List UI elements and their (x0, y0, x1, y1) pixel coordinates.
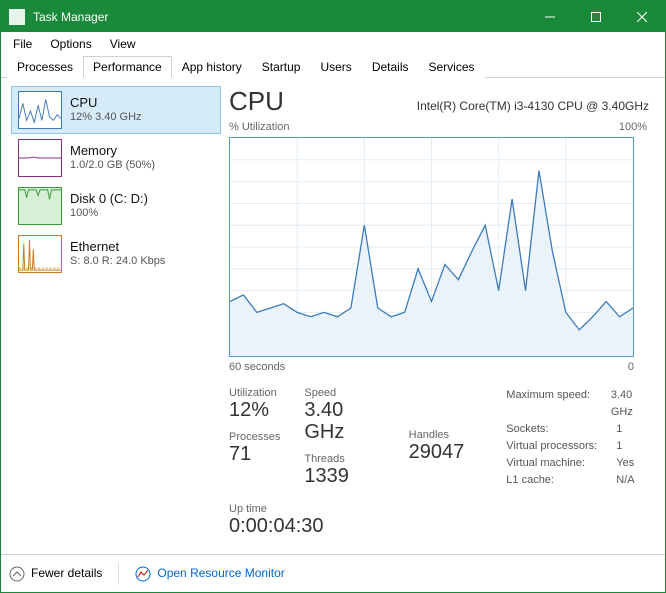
content: CPU 12% 3.40 GHz Memory 1.0/2.0 GB (50%) (1, 78, 665, 554)
footer: Fewer details Open Resource Monitor (1, 554, 665, 592)
vm-val: Yes (616, 455, 634, 472)
footer-separator (118, 563, 119, 585)
cpu-model: Intel(R) Core(TM) i3-4130 CPU @ 3.40GHz (417, 99, 649, 113)
maximize-button[interactable] (573, 1, 619, 32)
disk-spark-icon (18, 187, 62, 225)
tabstrip: Processes Performance App history Startu… (1, 55, 665, 78)
l1-key: L1 cache: (506, 472, 616, 489)
menu-view[interactable]: View (102, 35, 144, 53)
fewer-details-button[interactable]: Fewer details (9, 566, 102, 582)
utilization-value: 12% (229, 399, 280, 421)
sidebar-disk-sub: 100% (70, 207, 148, 221)
tab-processes[interactable]: Processes (7, 56, 83, 78)
tab-users[interactable]: Users (310, 56, 361, 78)
sidebar-ethernet-sub: S: 8.0 R: 24.0 Kbps (70, 255, 165, 269)
minimize-button[interactable] (527, 1, 573, 32)
sidebar-item-cpu[interactable]: CPU 12% 3.40 GHz (11, 86, 221, 134)
main-panel: CPU Intel(R) Core(TM) i3-4130 CPU @ 3.40… (229, 86, 655, 554)
sidebar-cpu-sub: 12% 3.40 GHz (70, 111, 142, 125)
processes-label: Processes (229, 431, 280, 443)
sidebar-memory-title: Memory (70, 143, 155, 159)
app-icon (9, 9, 25, 25)
cpu-spark-icon (18, 91, 62, 129)
tab-startup[interactable]: Startup (252, 56, 311, 78)
sidebar-cpu-title: CPU (70, 95, 142, 111)
cpu-properties: Maximum speed:3.40 GHz Sockets:1 Virtual… (506, 387, 655, 489)
vm-key: Virtual machine: (506, 455, 616, 472)
chevron-up-circle-icon (9, 566, 25, 582)
vproc-val: 1 (616, 438, 622, 455)
cpu-chart (229, 137, 634, 357)
menubar: File Options View (1, 32, 665, 55)
close-button[interactable] (619, 1, 665, 32)
memory-spark-icon (18, 139, 62, 177)
main-title: CPU (229, 86, 284, 117)
sidebar-memory-sub: 1.0/2.0 GB (50%) (70, 159, 155, 173)
resource-monitor-icon (135, 566, 151, 582)
speed-value: 3.40 GHz (304, 399, 384, 443)
uptime-value: 0:00:04:30 (229, 515, 655, 537)
sidebar-item-disk[interactable]: Disk 0 (C: D:) 100% (11, 182, 221, 230)
max-speed-key: Maximum speed: (506, 387, 611, 421)
speed-label: Speed (304, 387, 384, 399)
tab-app-history[interactable]: App history (172, 56, 252, 78)
tab-performance[interactable]: Performance (83, 56, 172, 78)
axis-top-right: 100% (619, 121, 647, 133)
tab-services[interactable]: Services (419, 56, 485, 78)
axis-bottom-left: 60 seconds (229, 361, 285, 373)
window-title: Task Manager (33, 10, 108, 24)
sidebar-item-memory[interactable]: Memory 1.0/2.0 GB (50%) (11, 134, 221, 182)
threads-label: Threads (304, 453, 384, 465)
tab-details[interactable]: Details (362, 56, 419, 78)
processes-value: 71 (229, 443, 280, 465)
sockets-val: 1 (616, 421, 622, 438)
ethernet-spark-icon (18, 235, 62, 273)
handles-label: Handles (409, 429, 465, 441)
stats-block: Utilization 12% Processes 71 Speed 3.40 … (229, 387, 655, 489)
handles-value: 29047 (409, 441, 465, 463)
threads-value: 1339 (304, 465, 384, 487)
vproc-key: Virtual processors: (506, 438, 616, 455)
sockets-key: Sockets: (506, 421, 616, 438)
max-speed-val: 3.40 GHz (611, 387, 655, 421)
open-resource-monitor-link[interactable]: Open Resource Monitor (135, 566, 284, 582)
axis-top-left: % Utilization (229, 121, 290, 133)
sidebar: CPU 12% 3.40 GHz Memory 1.0/2.0 GB (50%) (11, 86, 221, 554)
sidebar-ethernet-title: Ethernet (70, 239, 165, 255)
axis-bottom-right: 0 (628, 361, 634, 373)
sidebar-disk-title: Disk 0 (C: D:) (70, 191, 148, 207)
l1-val: N/A (616, 472, 634, 489)
menu-options[interactable]: Options (42, 35, 99, 53)
menu-file[interactable]: File (5, 35, 40, 53)
utilization-label: Utilization (229, 387, 280, 399)
sidebar-item-ethernet[interactable]: Ethernet S: 8.0 R: 24.0 Kbps (11, 230, 221, 278)
titlebar[interactable]: Task Manager (1, 1, 665, 32)
uptime-label: Up time (229, 503, 655, 515)
task-manager-window: Task Manager File Options View Processes… (0, 0, 666, 593)
